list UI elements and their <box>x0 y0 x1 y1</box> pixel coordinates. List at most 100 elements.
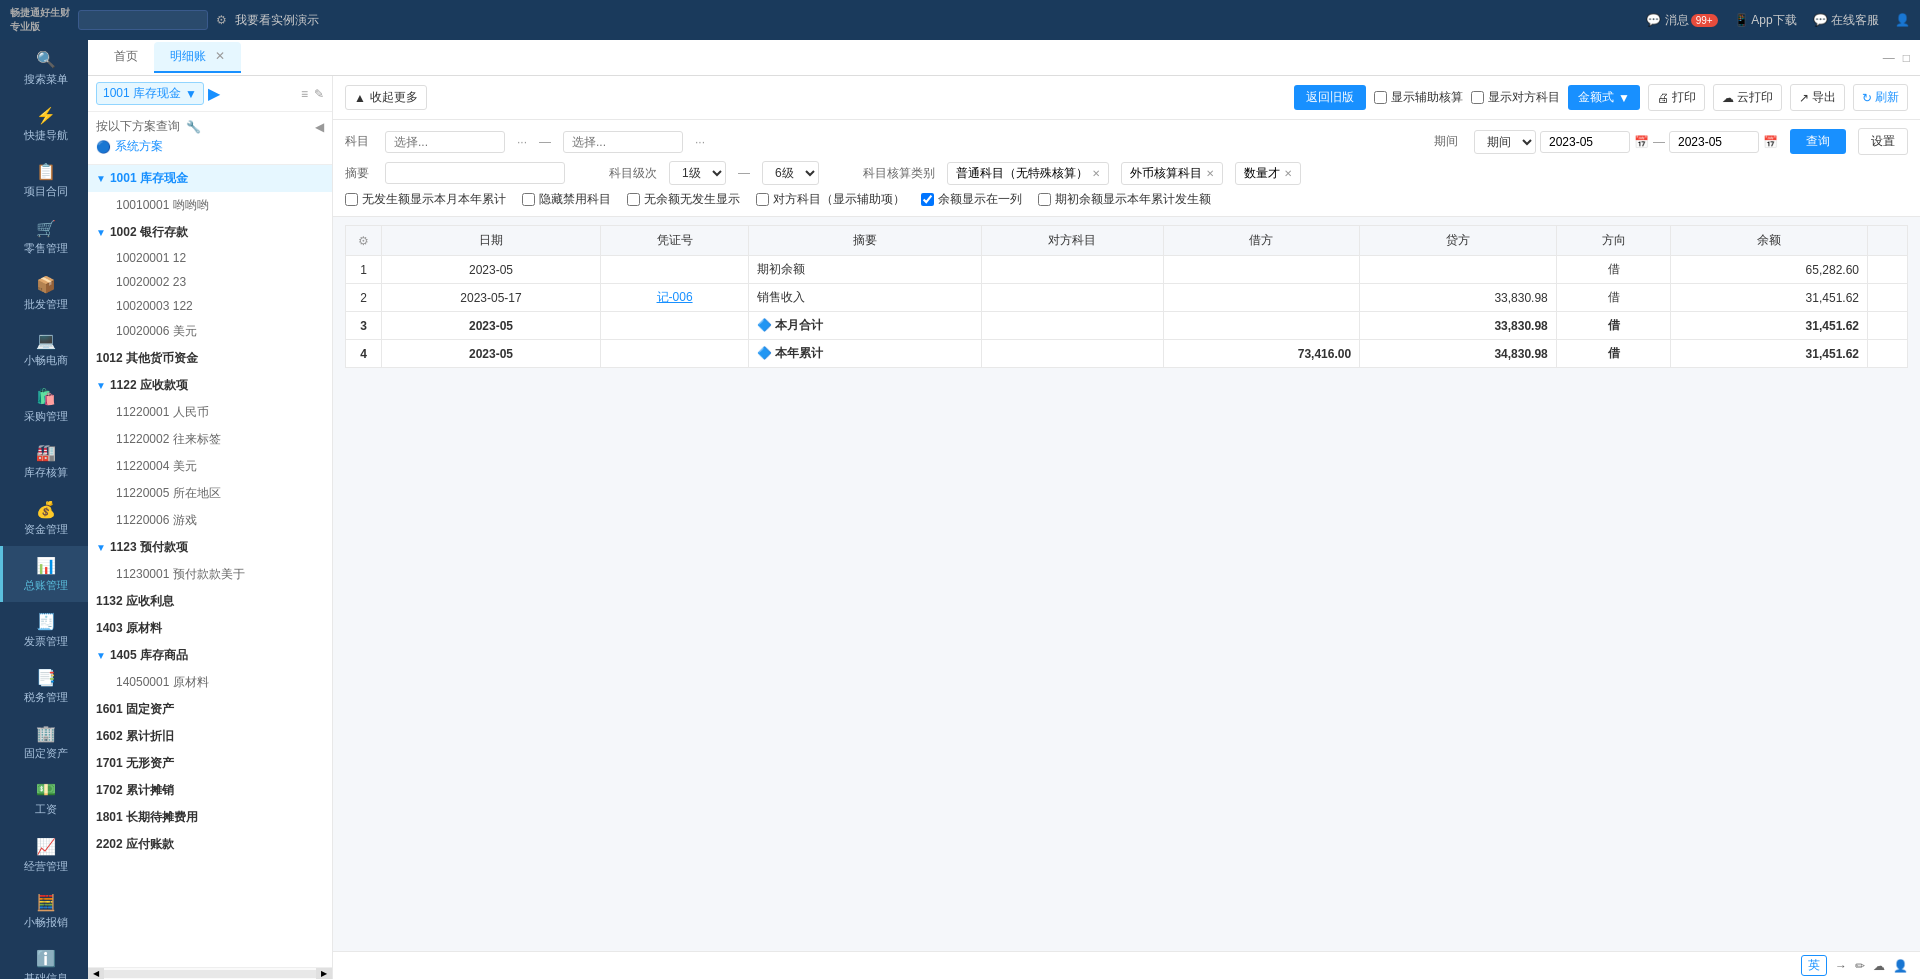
sidebar-item-fixed-assets[interactable]: 🏢 固定资产 <box>0 714 88 770</box>
user-avatar[interactable]: 👤 <box>1895 13 1910 27</box>
edit-icon[interactable]: ✏ <box>1855 959 1865 973</box>
account-node-1701[interactable]: 1701 无形资产 <box>88 750 332 777</box>
voucher-cell[interactable] <box>600 340 748 368</box>
sidebar-item-tax[interactable]: 📑 税务管理 <box>0 658 88 714</box>
query-filter-icon[interactable]: 🔧 <box>186 120 201 134</box>
demo-label[interactable]: 我要看实例演示 <box>235 12 319 29</box>
account-node-11220005[interactable]: 11220005 所在地区 <box>88 480 332 507</box>
expand-filter-btn[interactable]: ▲ 收起更多 <box>345 85 427 110</box>
sidebar-item-inventory[interactable]: 🏭 库存核算 <box>0 433 88 489</box>
checkbox-opposite[interactable]: 显示对方科目 <box>1471 89 1560 106</box>
sidebar-item-sales-report[interactable]: 🧮 小畅报销 <box>0 883 88 939</box>
tag-normal[interactable]: 普通科目（无特殊核算） ✕ <box>947 162 1109 185</box>
calendar-icon1[interactable]: 📅 <box>1634 135 1649 149</box>
setting-btn[interactable]: 设置 <box>1858 128 1908 155</box>
sidebar-item-salary[interactable]: 💵 工资 <box>0 770 88 826</box>
sidebar-item-wholesale[interactable]: 📦 批发管理 <box>0 265 88 321</box>
account-node-1001[interactable]: ▼ 1001 库存现金 <box>88 165 332 192</box>
account-node-10020002[interactable]: 10020002 23 <box>88 270 332 294</box>
current-account-tag[interactable]: 1001 库存现金 ▼ <box>96 82 204 105</box>
tab-home[interactable]: 首页 <box>98 42 154 73</box>
tab-close-detail[interactable]: ✕ <box>215 49 225 63</box>
message-btn[interactable]: 💬 消息99+ <box>1646 12 1717 29</box>
settings-icon[interactable]: ⚙ <box>216 13 227 27</box>
tab-detail[interactable]: 明细账 ✕ <box>154 42 241 73</box>
cb-period-balance-input[interactable] <box>1038 193 1051 206</box>
cb-no-balance-input[interactable] <box>345 193 358 206</box>
checkbox-assist[interactable]: 显示辅助核算 <box>1374 89 1463 106</box>
account-node-1405[interactable]: ▼ 1405 库存商品 <box>88 642 332 669</box>
voucher-cell[interactable]: 记-006 <box>600 284 748 312</box>
maximize-icon[interactable]: □ <box>1903 51 1910 65</box>
sidebar-item-capital[interactable]: 💰 资金管理 <box>0 490 88 546</box>
sidebar-item-invoice[interactable]: 🧾 发票管理 <box>0 602 88 658</box>
sidebar-item-quick-nav[interactable]: ⚡ 快捷导航 <box>0 96 88 152</box>
collapse-icon[interactable]: ◀ <box>315 120 324 134</box>
account-node-11220001[interactable]: 11220001 人民币 <box>88 399 332 426</box>
sidebar-item-business[interactable]: 📈 经营管理 <box>0 827 88 883</box>
account-node-1012[interactable]: 1012 其他货币资金 <box>88 345 332 372</box>
sidebar-item-retail[interactable]: 🛒 零售管理 <box>0 209 88 265</box>
print-btn[interactable]: 🖨 打印 <box>1648 84 1705 111</box>
cb-opposite-show-input[interactable] <box>756 193 769 206</box>
cb-no-balance2[interactable]: 无余额无发生显示 <box>627 191 740 208</box>
account-node-1602[interactable]: 1602 累计折旧 <box>88 723 332 750</box>
account-node-1123[interactable]: ▼ 1123 预付款项 <box>88 534 332 561</box>
account-node-10020001[interactable]: 10020001 12 <box>88 246 332 270</box>
account-node-2202[interactable]: 2202 应付账款 <box>88 831 332 858</box>
account-node-14050001[interactable]: 14050001 原材料 <box>88 669 332 696</box>
back-old-btn[interactable]: 返回旧版 <box>1294 85 1366 110</box>
period-end-input[interactable] <box>1669 131 1759 153</box>
system-plan-btn[interactable]: 🔵 系统方案 <box>96 135 324 158</box>
cb-no-balance2-input[interactable] <box>627 193 640 206</box>
account-node-1002[interactable]: ▼ 1002 银行存款 <box>88 219 332 246</box>
account-node-11220002[interactable]: 11220002 往来标签 <box>88 426 332 453</box>
sidebar-item-basic-info[interactable]: ℹ️ 基础信息 <box>0 939 88 979</box>
minimize-icon[interactable]: — <box>1883 51 1895 65</box>
refresh-btn[interactable]: ↻ 刷新 <box>1853 84 1908 111</box>
account-node-1601[interactable]: 1601 固定资产 <box>88 696 332 723</box>
level-start-select[interactable]: 1级 <box>669 161 726 185</box>
sidebar-item-search-menu[interactable]: 🔍 搜索菜单 <box>0 40 88 96</box>
export-btn[interactable]: ↗ 导出 <box>1790 84 1845 111</box>
voucher-cell[interactable] <box>600 312 748 340</box>
cb-no-balance-show[interactable]: 无发生额显示本月本年累计 <box>345 191 506 208</box>
cb-hide-disabled[interactable]: 隐藏禁用科目 <box>522 191 611 208</box>
account-node-1403[interactable]: 1403 原材料 <box>88 615 332 642</box>
sidebar-item-ecommerce[interactable]: 💻 小畅电商 <box>0 321 88 377</box>
top-search-input[interactable] <box>78 10 208 30</box>
voucher-cell[interactable] <box>600 256 748 284</box>
period-start-input[interactable] <box>1540 131 1630 153</box>
period-type-select[interactable]: 期间 <box>1474 130 1536 154</box>
tag-normal-close[interactable]: ✕ <box>1092 168 1100 179</box>
tag-foreign[interactable]: 外币核算科目 ✕ <box>1121 162 1223 185</box>
scroll-right[interactable]: ▶ <box>316 968 332 980</box>
cb-balance-one-col-input[interactable] <box>921 193 934 206</box>
query-btn[interactable]: 查询 <box>1790 129 1846 154</box>
subject-input[interactable] <box>385 131 505 153</box>
tag-quantity[interactable]: 数量才 ✕ <box>1235 162 1301 185</box>
tag-quantity-close[interactable]: ✕ <box>1284 168 1292 179</box>
lang-switch[interactable]: 英 <box>1801 955 1827 976</box>
account-node-10010001[interactable]: 10010001 哟哟哟 <box>88 192 332 219</box>
checkbox-opposite-input[interactable] <box>1471 91 1484 104</box>
pencil-icon[interactable]: ✎ <box>314 87 324 101</box>
list-icon[interactable]: ≡ <box>301 87 308 101</box>
app-download-btn[interactable]: 📱 App下载 <box>1734 12 1797 29</box>
level-end-select[interactable]: 6级 <box>762 161 819 185</box>
cloud-print-btn[interactable]: ☁ 云打印 <box>1713 84 1782 111</box>
calendar-icon2[interactable]: 📅 <box>1763 135 1778 149</box>
account-node-1702[interactable]: 1702 累计摊销 <box>88 777 332 804</box>
sidebar-item-purchase[interactable]: 🛍️ 采购管理 <box>0 377 88 433</box>
next-account-arrow[interactable]: ▶ <box>208 84 220 103</box>
cb-balance-one-col[interactable]: 余额显示在一列 <box>921 191 1022 208</box>
cb-opposite-show[interactable]: 对方科目（显示辅助项） <box>756 191 905 208</box>
account-node-10020006[interactable]: 10020006 美元 <box>88 318 332 345</box>
scroll-left[interactable]: ◀ <box>88 968 104 980</box>
account-node-11220006[interactable]: 11220006 游戏 <box>88 507 332 534</box>
gear-icon[interactable]: ⚙ <box>358 234 369 248</box>
account-node-10020003[interactable]: 10020003 122 <box>88 294 332 318</box>
online-service-btn[interactable]: 💬 在线客服 <box>1813 12 1879 29</box>
account-node-11220004[interactable]: 11220004 美元 <box>88 453 332 480</box>
tag-foreign-close[interactable]: ✕ <box>1206 168 1214 179</box>
